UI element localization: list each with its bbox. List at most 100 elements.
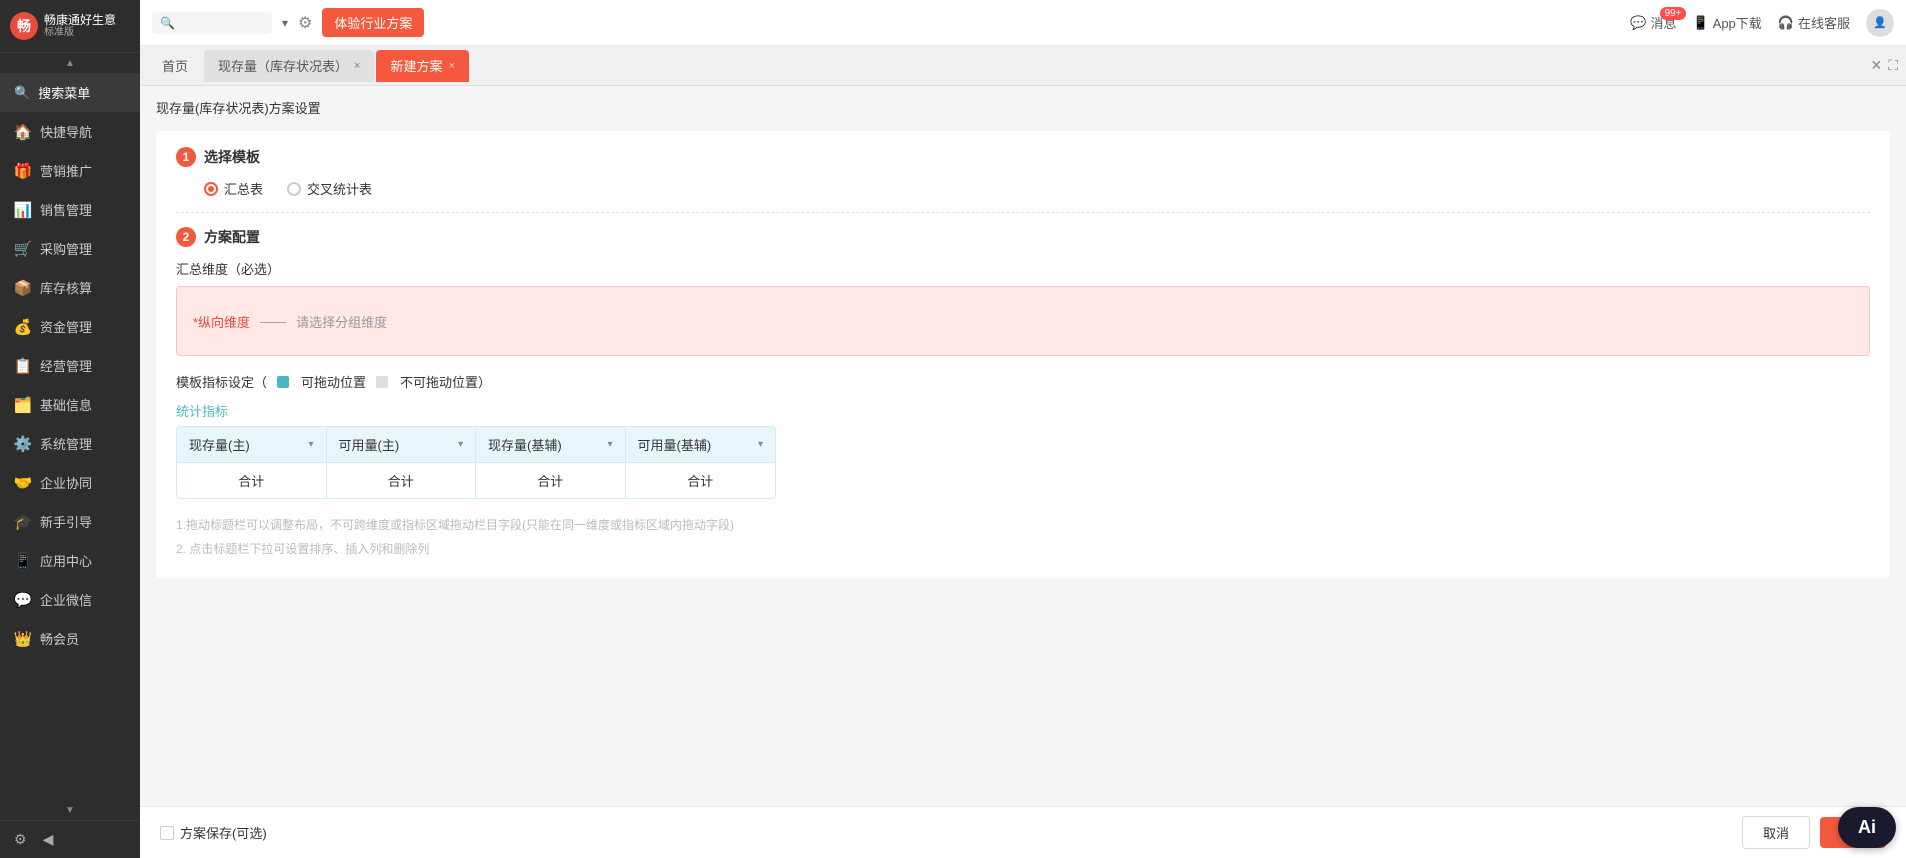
draggable-badge bbox=[277, 376, 289, 388]
message-item[interactable]: 💬 消息 99+ bbox=[1630, 13, 1676, 32]
settings-panel: 1 选择模板 汇总表 交叉统计表 2 方案配置 汇总维度（必选） bbox=[156, 131, 1890, 578]
sidebar-item-wechat[interactable]: 💬 企业微信 bbox=[0, 580, 140, 619]
sidebar-item-label: 企业微信 bbox=[40, 590, 92, 609]
stats-header-col-3[interactable]: 可用量(基辅) ▾ bbox=[626, 427, 776, 462]
headset-icon: 🎧 bbox=[1778, 15, 1794, 31]
tip-text-2: 2. 点击标题栏下拉可设置排序、插入列和删除列 bbox=[176, 542, 429, 556]
stats-header-col-0[interactable]: 现存量(主) ▾ bbox=[177, 427, 327, 462]
app-download-item[interactable]: 📱 App下载 bbox=[1692, 13, 1761, 32]
step1-header: 1 选择模板 bbox=[176, 147, 1870, 167]
save-checkbox-label: 方案保存(可选) bbox=[180, 823, 267, 842]
checkbox-box[interactable] bbox=[160, 826, 174, 840]
close-all-icon[interactable]: ✕ bbox=[1870, 57, 1882, 74]
sidebar-item-marketing[interactable]: 🎁 营销推广 bbox=[0, 151, 140, 190]
col-chevron-2[interactable]: ▾ bbox=[607, 439, 612, 450]
sidebar-item-app-center[interactable]: 📱 应用中心 bbox=[0, 541, 140, 580]
tabs-close-all: ✕ ⛶ bbox=[1870, 57, 1898, 74]
sidebar-item-quick-nav[interactable]: 🏠 快捷导航 bbox=[0, 112, 140, 151]
radio-summary-circle bbox=[204, 182, 218, 196]
expand-icon[interactable]: ⛶ bbox=[1888, 57, 1898, 74]
box-icon: 📦 bbox=[14, 279, 32, 297]
step1-title: 选择模板 bbox=[204, 147, 260, 167]
sidebar-item-inventory[interactable]: 📦 库存核算 bbox=[0, 268, 140, 307]
save-checkbox[interactable]: 方案保存(可选) bbox=[160, 823, 267, 842]
cancel-button[interactable]: 取消 bbox=[1742, 816, 1810, 849]
ai-assistant-button[interactable]: Ai bbox=[1838, 807, 1896, 848]
tab-new-plan-close[interactable]: × bbox=[448, 60, 454, 72]
sidebar-item-sales[interactable]: 📊 销售管理 bbox=[0, 190, 140, 229]
col-chevron-3[interactable]: ▾ bbox=[758, 439, 763, 450]
tab-inventory-close[interactable]: × bbox=[354, 60, 360, 72]
sidebar-item-guide[interactable]: 🎓 新手引导 bbox=[0, 502, 140, 541]
sidebar-item-label: 资金管理 bbox=[40, 317, 92, 336]
page-title: 现存量(库存状况表)方案设置 bbox=[156, 98, 1890, 117]
sidebar-item-member[interactable]: 👑 畅会员 bbox=[0, 619, 140, 658]
home-tab-label: 首页 bbox=[162, 56, 188, 75]
sidebar-item-business[interactable]: 📋 经营管理 bbox=[0, 346, 140, 385]
topbar-actions: 💬 消息 99+ 📱 App下载 🎧 在线客服 👤 bbox=[1630, 9, 1894, 37]
indicator-config-label: 模板指标设定（ 可拖动位置 不可拖动位置） bbox=[176, 372, 1870, 391]
sidebar-item-label: 采购管理 bbox=[40, 239, 92, 258]
col-label-2: 现存量(基辅) bbox=[488, 435, 562, 454]
sidebar-item-finance[interactable]: 💰 资金管理 bbox=[0, 307, 140, 346]
chat-icon: 💬 bbox=[14, 591, 32, 609]
topbar-search-input[interactable] bbox=[181, 16, 261, 30]
industry-plan-button[interactable]: 体验行业方案 bbox=[322, 8, 424, 37]
logo-text: 畅康通好生意 标准版 bbox=[44, 13, 116, 39]
inventory-tab-label: 现存量（库存状况表） bbox=[218, 56, 348, 75]
guide-icon: 🎓 bbox=[14, 513, 32, 531]
sidebar-scroll-up[interactable]: ▲ bbox=[0, 53, 140, 73]
radio-cross[interactable]: 交叉统计表 bbox=[287, 179, 372, 198]
step1-badge: 1 bbox=[176, 147, 196, 167]
sidebar-item-search[interactable]: 🔍 搜索菜单 bbox=[0, 73, 140, 112]
step2-badge: 2 bbox=[176, 227, 196, 247]
message-badge: 99+ bbox=[1660, 7, 1687, 20]
radio-summary-label: 汇总表 bbox=[224, 179, 263, 198]
radio-summary[interactable]: 汇总表 bbox=[204, 179, 263, 198]
col-label-0: 现存量(主) bbox=[189, 435, 250, 454]
phone-icon: 📱 bbox=[1692, 15, 1708, 31]
tab-new-plan[interactable]: 新建方案 × bbox=[376, 50, 468, 82]
gear-icon: ⚙️ bbox=[14, 435, 32, 453]
content-area: 现存量(库存状况表)方案设置 1 选择模板 汇总表 交叉统计表 2 bbox=[140, 86, 1906, 806]
sidebar-search-label: 搜索菜单 bbox=[38, 83, 90, 102]
topbar-search-box[interactable]: 🔍 bbox=[152, 12, 272, 34]
stats-data-col-0: 合计 bbox=[177, 463, 327, 498]
step-divider bbox=[176, 212, 1870, 213]
tab-home[interactable]: 首页 bbox=[148, 50, 202, 82]
online-service-item[interactable]: 🎧 在线客服 bbox=[1778, 13, 1850, 32]
app-download-label: App下载 bbox=[1713, 13, 1762, 32]
topbar-dropdown[interactable]: ▾ bbox=[282, 16, 288, 30]
sidebar-item-basic[interactable]: 🗂️ 基础信息 bbox=[0, 385, 140, 424]
sidebar-scroll-down[interactable]: ▼ bbox=[0, 800, 140, 820]
settings-icon[interactable]: ⚙ bbox=[14, 831, 27, 848]
sidebar-item-label: 销售管理 bbox=[40, 200, 92, 219]
sidebar-item-purchase[interactable]: 🛒 采购管理 bbox=[0, 229, 140, 268]
dimension-area[interactable]: *纵向维度 —— 请选择分组维度 bbox=[176, 286, 1870, 356]
stats-data-col-2: 合计 bbox=[476, 463, 626, 498]
sidebar-item-label: 快捷导航 bbox=[40, 122, 92, 141]
col-chevron-1[interactable]: ▾ bbox=[458, 439, 463, 450]
clipboard-icon: 📋 bbox=[14, 357, 32, 375]
sidebar-item-label: 经营管理 bbox=[40, 356, 92, 375]
col-chevron-0[interactable]: ▾ bbox=[308, 439, 313, 450]
dimension-placeholder-text: 请选择分组维度 bbox=[296, 312, 387, 331]
sidebar-item-label: 基础信息 bbox=[40, 395, 92, 414]
collapse-icon[interactable]: ◀ bbox=[43, 831, 54, 848]
col-label-1: 可用量(主) bbox=[339, 435, 400, 454]
new-plan-tab-label: 新建方案 bbox=[390, 56, 442, 75]
stats-header-col-2[interactable]: 现存量(基辅) ▾ bbox=[476, 427, 626, 462]
stats-header-col-1[interactable]: 可用量(主) ▾ bbox=[327, 427, 477, 462]
sidebar-item-system[interactable]: ⚙️ 系统管理 bbox=[0, 424, 140, 463]
sidebar-nav: 🔍 搜索菜单 🏠 快捷导航 🎁 营销推广 📊 销售管理 🛒 采购管理 📦 库存核… bbox=[0, 73, 140, 800]
topbar-gear-icon[interactable]: ⚙ bbox=[298, 13, 312, 33]
step2-title: 方案配置 bbox=[204, 227, 260, 247]
template-options: 汇总表 交叉统计表 bbox=[204, 179, 1870, 198]
cart-icon: 🛒 bbox=[14, 240, 32, 258]
user-avatar[interactable]: 👤 bbox=[1866, 9, 1894, 37]
sidebar-item-contract[interactable]: 🤝 企业协同 bbox=[0, 463, 140, 502]
indicator-config-text: 模板指标设定（ bbox=[176, 372, 267, 391]
tab-inventory[interactable]: 现存量（库存状况表） × bbox=[204, 50, 374, 82]
sidebar-item-label: 畅会员 bbox=[40, 629, 79, 648]
message-icon: 💬 bbox=[1630, 15, 1646, 31]
